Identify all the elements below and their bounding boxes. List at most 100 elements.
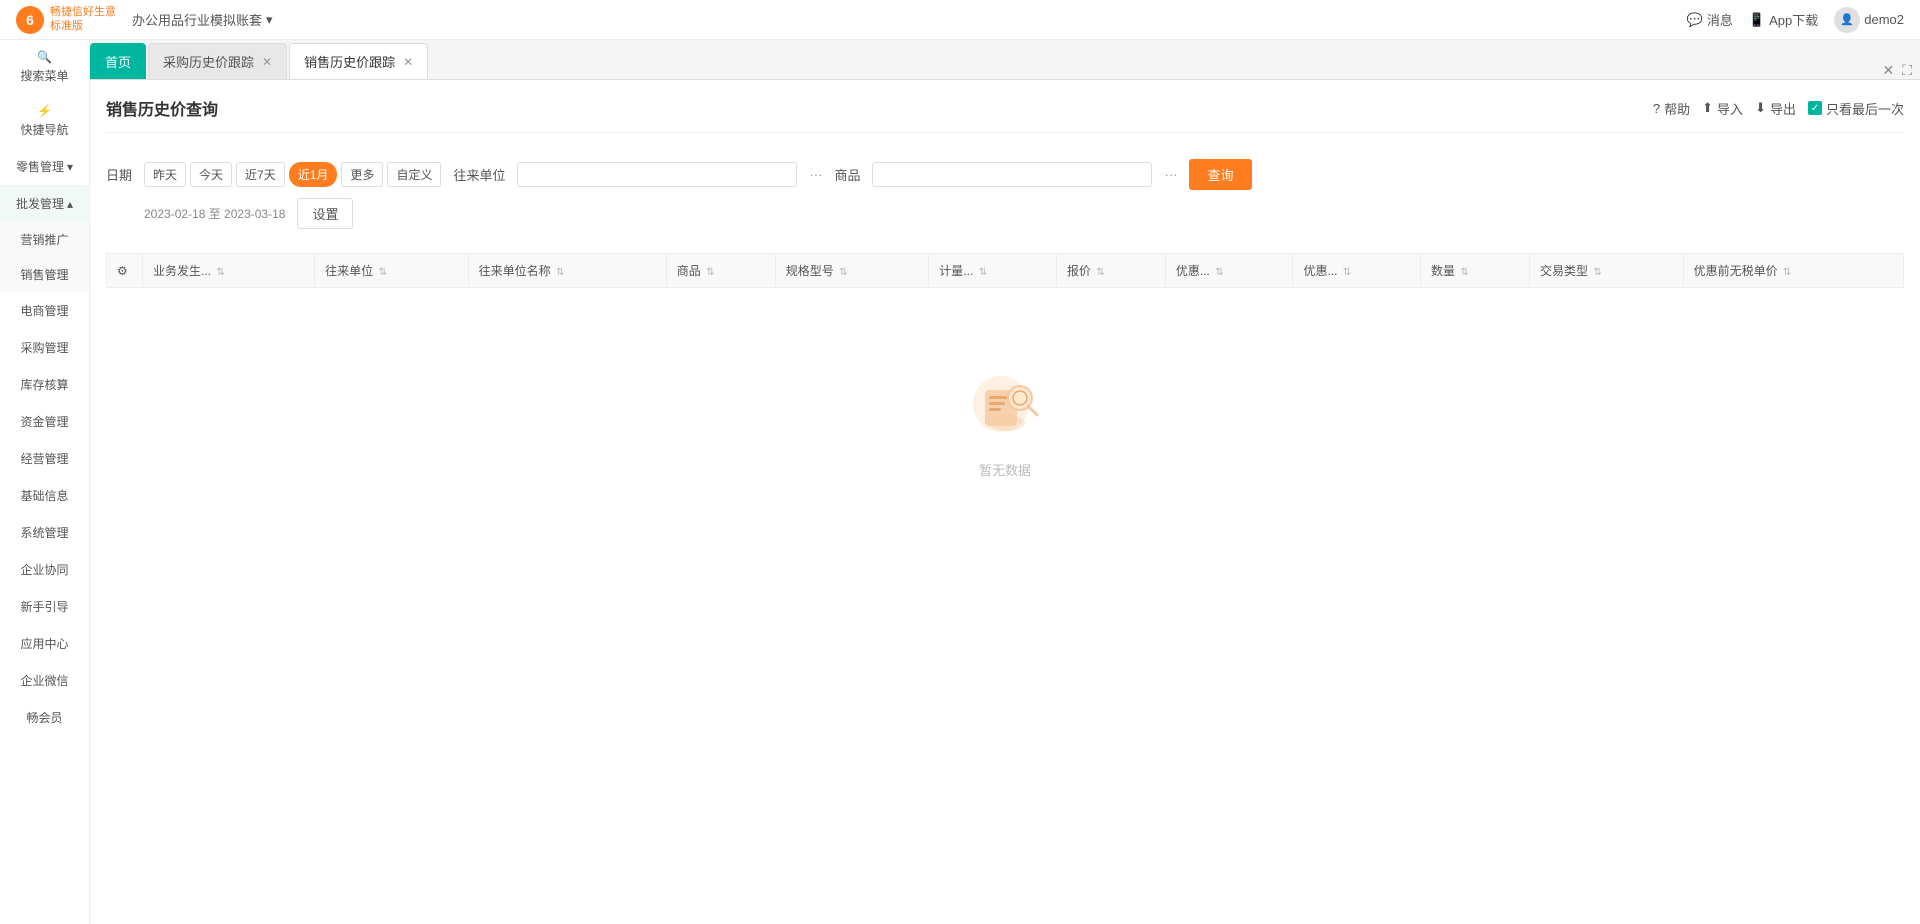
sidebar-submenu: 营销推广 销售管理 (0, 222, 89, 292)
sort-icon-goods: ⇅ (706, 267, 714, 278)
import-action[interactable]: ⬆ 导入 (1702, 99, 1743, 118)
sidebar-item-finance-mgmt[interactable]: 资金管理 (0, 403, 89, 440)
col-quantity[interactable]: 数量 ⇅ (1421, 254, 1530, 288)
logo-text: 畅捷信好生意 标准版 (50, 6, 116, 32)
table-header: ⚙ 业务发生... ⇅ 往来单位 ⇅ 往来单位名称 ⇅ (107, 254, 1904, 288)
filter-row-2: 2023-02-18 至 2023-03-18 设置 (106, 198, 1904, 229)
sidebar-item-enterprise-collab[interactable]: 企业协同 (0, 551, 89, 588)
header-left: 6 畅捷信好生意 标准版 办公用品行业模拟账套 ▾ (16, 6, 281, 34)
sidebar-item-ecommerce-mgmt[interactable]: 电商管理 (0, 292, 89, 329)
source-unit-label: 往来单位 (453, 165, 505, 184)
message-action[interactable]: 💬 消息 (1687, 10, 1733, 29)
app-download-action[interactable]: 📱 App下载 (1749, 10, 1818, 29)
phone-icon: 📱 (1749, 12, 1765, 28)
help-action[interactable]: ? 帮助 (1653, 99, 1690, 118)
col-goods[interactable]: 商品 ⇅ (666, 254, 775, 288)
sidebar-item-marketing[interactable]: 营销推广 (0, 222, 89, 257)
filter-row-1: 日期 昨天 今天 近7天 近1月 更多 自定义 往来单位 ··· 商品 ··· (106, 159, 1904, 190)
sidebar-item-wholesale-mgmt[interactable]: 批发管理 ▴ (0, 185, 89, 222)
sidebar-item-purchase-mgmt[interactable]: 采购管理 (0, 329, 89, 366)
maximize-tab-action-icon[interactable]: ⛶ (1902, 62, 1912, 79)
col-quote[interactable]: 报价 ⇅ (1056, 254, 1165, 288)
sort-icon-source-unit: ⇅ (378, 267, 386, 278)
date-btn-today[interactable]: 今天 (190, 162, 232, 187)
app-selector[interactable]: 办公用品行业模拟账套 ▾ (124, 6, 281, 33)
query-button[interactable]: 查询 (1189, 159, 1251, 190)
page-title-bar: 销售历史价查询 ? 帮助 ⬆ 导入 ⬇ 导出 ✓ (106, 96, 1904, 133)
date-buttons: 昨天 今天 近7天 近1月 更多 自定义 (144, 162, 441, 187)
home-tab-label: 首页 (105, 52, 131, 71)
logo-icon: 6 (16, 6, 44, 34)
col-source-unit[interactable]: 往来单位 ⇅ (315, 254, 469, 288)
filter-area: 日期 昨天 今天 近7天 近1月 更多 自定义 往来单位 ··· 商品 ··· (106, 149, 1904, 241)
sidebar-item-system-mgmt[interactable]: 系统管理 (0, 514, 89, 551)
sort-icon-source-unit-name: ⇅ (556, 267, 564, 278)
sidebar-item-new-guide[interactable]: 新手引导 (0, 588, 89, 625)
data-table: ⚙ 业务发生... ⇅ 往来单位 ⇅ 往来单位名称 ⇅ (106, 253, 1904, 288)
sidebar-item-quick-nav[interactable]: ⚡ 快捷导航 (0, 94, 89, 148)
sort-icon-quote: ⇅ (1096, 267, 1104, 278)
last-only-checkbox[interactable]: ✓ 只看最后一次 (1808, 99, 1904, 118)
sidebar-item-app-center[interactable]: 应用中心 (0, 625, 89, 662)
source-unit-dots[interactable]: ··· (809, 167, 822, 182)
help-icon: ? (1653, 101, 1660, 116)
message-icon: 💬 (1687, 12, 1703, 28)
source-unit-input[interactable] (517, 162, 797, 187)
sidebar-item-search-menu[interactable]: 🔍 搜索菜单 (0, 40, 89, 94)
title-actions: ? 帮助 ⬆ 导入 ⬇ 导出 ✓ 只看最后一次 (1653, 99, 1904, 118)
sort-icon-spec: ⇅ (839, 267, 847, 278)
top-header: 6 畅捷信好生意 标准版 办公用品行业模拟账套 ▾ 💬 消息 📱 App下载 👤… (0, 0, 1920, 40)
tab-sales-history[interactable]: 销售历史价跟踪 ✕ (289, 43, 428, 79)
close-purchase-tab-icon[interactable]: ✕ (262, 55, 272, 69)
tab-actions: ✕ ⛶ (1882, 62, 1920, 79)
close-tab-action-icon[interactable]: ✕ (1882, 62, 1894, 79)
col-source-unit-name[interactable]: 往来单位名称 ⇅ (468, 254, 666, 288)
col-settings[interactable]: ⚙ (107, 254, 143, 288)
date-filter-label: 日期 (106, 165, 132, 184)
date-btn-custom[interactable]: 自定义 (387, 162, 441, 187)
sidebar-item-enterprise-wechat[interactable]: 企业微信 (0, 662, 89, 699)
main-container: 🔍 搜索菜单 ⚡ 快捷导航 零售管理 ▾ 批发管理 ▴ 营销推广 销售管理 电商… (0, 40, 1920, 924)
sort-icon-quantity: ⇅ (1460, 267, 1468, 278)
date-btn-more[interactable]: 更多 (341, 162, 383, 187)
empty-text: 暂无数据 (979, 460, 1031, 479)
table-header-row: ⚙ 业务发生... ⇅ 往来单位 ⇅ 往来单位名称 ⇅ (107, 254, 1904, 288)
goods-input[interactable] (872, 162, 1152, 187)
checkbox-check-icon: ✓ (1808, 101, 1822, 115)
date-btn-yesterday[interactable]: 昨天 (144, 162, 186, 187)
col-discount1[interactable]: 优惠... ⇅ (1165, 254, 1293, 288)
sidebar-item-member-club[interactable]: 畅会员 (0, 699, 89, 736)
tab-bar: 首页 采购历史价跟踪 ✕ 销售历史价跟踪 ✕ ✕ ⛶ (90, 40, 1920, 80)
chevron-down-icon: ▾ (67, 160, 73, 174)
user-avatar[interactable]: 👤 demo2 (1834, 7, 1904, 33)
date-btn-last1m[interactable]: 近1月 (289, 162, 338, 187)
sidebar: 🔍 搜索菜单 ⚡ 快捷导航 零售管理 ▾ 批发管理 ▴ 营销推广 销售管理 电商… (0, 40, 90, 924)
close-sales-tab-icon[interactable]: ✕ (403, 55, 413, 69)
sidebar-item-sales-mgmt[interactable]: 销售管理 (0, 257, 89, 292)
sidebar-item-basic-info[interactable]: 基础信息 (0, 477, 89, 514)
col-unit[interactable]: 计量... ⇅ (929, 254, 1057, 288)
export-icon: ⬇ (1755, 100, 1766, 116)
sidebar-item-business-mgmt[interactable]: 经营管理 (0, 440, 89, 477)
sort-icon-biz-date: ⇅ (216, 267, 224, 278)
nav-icon: ⚡ (37, 104, 52, 118)
goods-dots[interactable]: ··· (1164, 167, 1177, 182)
sidebar-item-inventory-calc[interactable]: 库存核算 (0, 366, 89, 403)
col-biz-date[interactable]: 业务发生... ⇅ (143, 254, 315, 288)
settings-button[interactable]: 设置 (297, 198, 353, 229)
purchase-history-tab-label: 采购历史价跟踪 (163, 52, 254, 71)
page-content: 销售历史价查询 ? 帮助 ⬆ 导入 ⬇ 导出 ✓ (90, 80, 1920, 924)
col-discount2[interactable]: 优惠... ⇅ (1293, 254, 1421, 288)
export-action[interactable]: ⬇ 导出 (1755, 99, 1796, 118)
search-icon: 🔍 (37, 50, 52, 64)
sidebar-item-retail-mgmt[interactable]: 零售管理 ▾ (0, 148, 89, 185)
col-pretax-price[interactable]: 优惠前无税单价 ⇅ (1683, 254, 1903, 288)
tab-purchase-history[interactable]: 采购历史价跟踪 ✕ (148, 43, 287, 79)
sort-icon-unit: ⇅ (979, 267, 987, 278)
sort-icon-discount2: ⇅ (1343, 267, 1351, 278)
col-spec[interactable]: 规格型号 ⇅ (775, 254, 929, 288)
empty-icon (965, 368, 1045, 448)
col-trade-type[interactable]: 交易类型 ⇅ (1530, 254, 1684, 288)
tab-home[interactable]: 首页 (90, 43, 146, 79)
date-btn-last7[interactable]: 近7天 (236, 162, 285, 187)
